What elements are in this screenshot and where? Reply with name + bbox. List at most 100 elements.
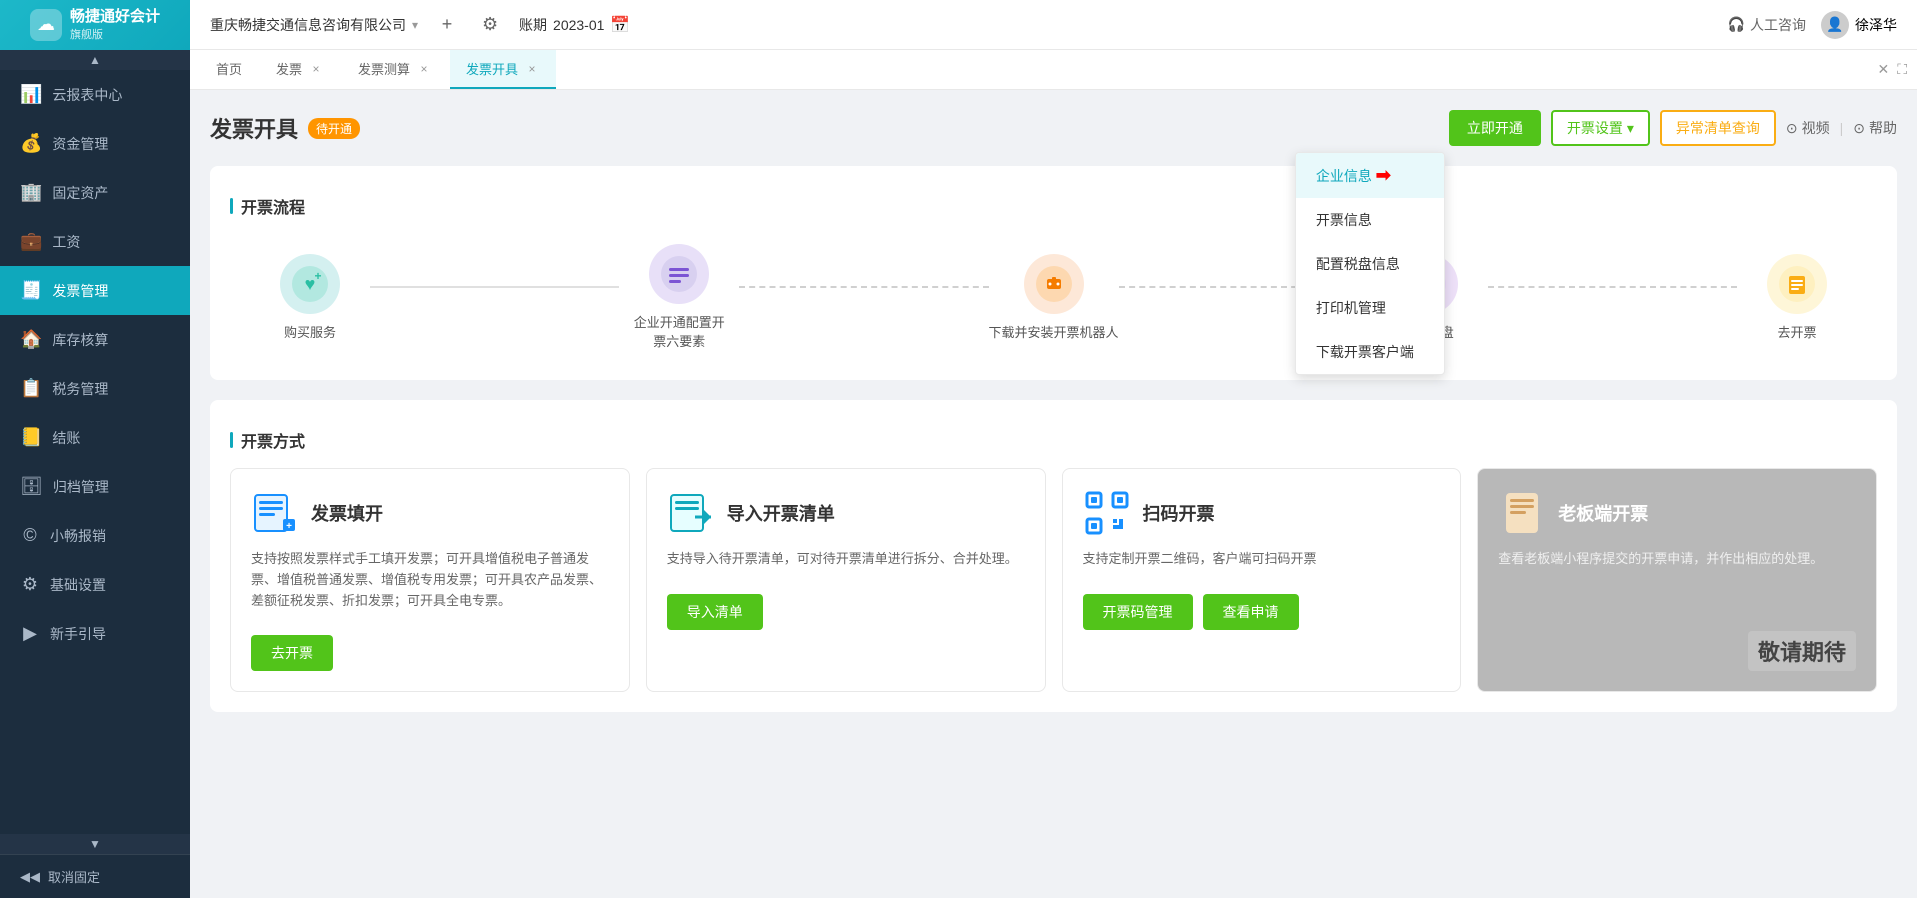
go-invoice-button[interactable]: 去开票 — [251, 635, 333, 671]
content-area: 首页 发票 × 发票测算 × 发票开具 × ✕ ⛶ — [190, 50, 1917, 898]
consult-button[interactable]: 🎧 人工咨询 — [1728, 15, 1806, 35]
video-button[interactable]: ⊙ 视频 — [1786, 118, 1830, 138]
tab-home[interactable]: 首页 — [200, 50, 258, 89]
sidebar-label-yunbao: 云报表中心 — [52, 85, 122, 105]
flow-label-1: 购买服务 — [284, 322, 336, 341]
building-icon: 🏢 — [20, 182, 42, 203]
close-all-icon[interactable]: ✕ — [1877, 61, 1889, 78]
play-circle-icon: ⊙ — [1786, 120, 1798, 137]
sidebar-item-yunbao[interactable]: 📊 云报表中心 — [0, 70, 190, 119]
consult-label: 人工咨询 — [1750, 15, 1806, 35]
page-header: 发票开具 待开通 立即开通 开票设置 ▾ 企业信息 — [210, 110, 1897, 146]
settings-label: 开票设置 — [1567, 118, 1623, 138]
view-apply-button[interactable]: 查看申请 — [1203, 594, 1299, 630]
top-right: 🎧 人工咨询 👤 徐泽华 — [1728, 11, 1917, 39]
divider: | — [1840, 120, 1844, 136]
pin-icon: ◀◀ — [20, 869, 40, 885]
settings-button[interactable]: ⚙ — [476, 11, 504, 39]
sidebar-item-guidang[interactable]: 🗄 归档管理 — [0, 462, 190, 511]
settings-button-invoice[interactable]: 开票设置 ▾ — [1551, 110, 1650, 146]
flow-icon-2 — [649, 244, 709, 304]
config-icon — [661, 256, 697, 292]
download-label: 下载开票客户端 — [1316, 344, 1414, 360]
boss-invoice-icon — [1498, 489, 1546, 537]
flow-section: 开票流程 ♥ + 购买服务 — [210, 166, 1897, 380]
method-desc-fill: 支持按照发票样式手工填开发票；可开具增值税电子普通发票、增值税普通发票、增值税专… — [251, 549, 609, 611]
sidebar-item-xiaochang[interactable]: © 小畅报销 — [0, 511, 190, 560]
add-company-button[interactable]: + — [433, 11, 461, 39]
sidebar-item-zijin[interactable]: 💰 资金管理 — [0, 119, 190, 168]
cancel-pin-label: 取消固定 — [48, 867, 100, 886]
flow-step-3: 下载并安装开票机器人 — [989, 254, 1119, 341]
tab-invoice-calc-label: 发票测算 — [358, 59, 410, 78]
sidebar-item-fapiao[interactable]: 🧾 发票管理 — [0, 266, 190, 315]
sidebar-label-xinshou: 新手引导 — [50, 624, 106, 644]
dropdown-item-company[interactable]: 企业信息 ➡ — [1296, 153, 1444, 198]
tab-invoice-open[interactable]: 发票开具 × — [450, 50, 556, 89]
abnormal-list-button[interactable]: 异常清单查询 — [1660, 110, 1776, 146]
username: 徐泽华 — [1855, 15, 1897, 35]
sidebar-item-jiezhang[interactable]: 📒 结账 — [0, 413, 190, 462]
top-bar: ☁ 畅捷通好会计 旗舰版 重庆畅捷交通信息咨询有限公司 ▾ + ⚙ 账期 202… — [0, 0, 1917, 50]
dropdown-item-printer[interactable]: 打印机管理 — [1296, 286, 1444, 330]
sidebar-item-shuiwu[interactable]: 📋 税务管理 — [0, 364, 190, 413]
flow-step-1: ♥ + 购买服务 — [250, 254, 370, 341]
scroll-down-button[interactable]: ▼ — [0, 834, 190, 854]
activate-button[interactable]: 立即开通 — [1449, 110, 1541, 146]
scan-invoice-icon — [1083, 489, 1131, 537]
flow-step-2: 企业开通配置开票六要素 — [619, 244, 739, 350]
header-actions: 立即开通 开票设置 ▾ 企业信息 ➡ — [1449, 110, 1897, 146]
cancel-pin-button[interactable]: ◀◀ 取消固定 — [0, 854, 190, 898]
user-info[interactable]: 👤 徐泽华 — [1821, 11, 1897, 39]
methods-section-title: 开票方式 — [230, 428, 1877, 452]
method-title-import: 导入开票清单 — [727, 500, 835, 526]
company-name-text: 重庆畅捷交通信息咨询有限公司 — [210, 15, 406, 35]
sidebar-label-guidang: 归档管理 — [53, 477, 109, 497]
robot-icon — [1036, 266, 1072, 302]
svg-text:+: + — [314, 269, 321, 283]
flow-icon-5 — [1767, 254, 1827, 314]
page-content: 发票开具 待开通 立即开通 开票设置 ▾ 企业信息 — [190, 90, 1917, 898]
tab-invoice-calc[interactable]: 发票测算 × — [342, 50, 448, 89]
tax-icon: 📋 — [20, 378, 42, 399]
avatar: 👤 — [1821, 11, 1849, 39]
sidebar-label-gongzi: 工资 — [52, 232, 80, 252]
method-title-scan: 扫码开票 — [1143, 500, 1215, 526]
scroll-up-button[interactable]: ▲ — [0, 50, 190, 70]
settings-dropdown-wrapper: 开票设置 ▾ 企业信息 ➡ 开票信息 — [1551, 110, 1650, 146]
methods-section: 开票方式 + — [210, 400, 1897, 712]
sidebar-label-shuiwu: 税务管理 — [52, 379, 108, 399]
go-invoice-icon — [1779, 266, 1815, 302]
dropdown-item-invoice-info[interactable]: 开票信息 — [1296, 198, 1444, 242]
sidebar-item-jichushezhi[interactable]: ⚙ 基础设置 — [0, 560, 190, 609]
qrcode-manage-button[interactable]: 开票码管理 — [1083, 594, 1193, 630]
page-title: 发票开具 — [210, 112, 298, 144]
sidebar-item-gongzi[interactable]: 💼 工资 — [0, 217, 190, 266]
sidebar-label-xiaochang: 小畅报销 — [50, 526, 106, 546]
sidebar-item-kucun[interactable]: 🏠 库存核算 — [0, 315, 190, 364]
tab-bar-right: ✕ ⛶ — [1877, 50, 1907, 89]
briefcase-icon: 💼 — [20, 231, 42, 252]
method-desc-boss: 查看老板端小程序提交的开票申请，并作出相应的处理。 — [1498, 549, 1856, 570]
dropdown-item-download[interactable]: 下载开票客户端 — [1296, 330, 1444, 374]
company-selector[interactable]: 重庆畅捷交通信息咨询有限公司 ▾ — [210, 15, 418, 35]
warehouse-icon: 🏠 — [20, 329, 42, 350]
tab-invoice-calc-close[interactable]: × — [416, 61, 432, 77]
report-icon: © — [20, 525, 40, 546]
expand-icon[interactable]: ⛶ — [1897, 61, 1907, 78]
question-circle-icon: ⊙ — [1853, 120, 1865, 137]
dropdown-item-taxdisk[interactable]: 配置税盘信息 — [1296, 242, 1444, 286]
tab-invoice[interactable]: 发票 × — [260, 50, 340, 89]
method-header-scan: 扫码开票 — [1083, 489, 1441, 537]
method-card-scan: 扫码开票 支持定制开票二维码，客户端可扫码开票 开票码管理 查看申请 — [1062, 468, 1462, 692]
import-list-button[interactable]: 导入清单 — [667, 594, 763, 630]
method-card-import: 导入开票清单 支持导入待开票清单，可对待开票清单进行拆分、合并处理。 导入清单 — [646, 468, 1046, 692]
help-button[interactable]: ⊙ 帮助 — [1853, 118, 1897, 138]
calendar-icon[interactable]: 📅 — [610, 15, 630, 35]
sidebar-item-xinshou[interactable]: ▶ 新手引导 — [0, 609, 190, 658]
tab-invoice-close[interactable]: × — [308, 61, 324, 77]
tab-invoice-open-close[interactable]: × — [524, 61, 540, 77]
logo-sub: 旗舰版 — [70, 26, 160, 42]
sidebar-label-kucun: 库存核算 — [52, 330, 108, 350]
sidebar-item-gudingzichan[interactable]: 🏢 固定资产 — [0, 168, 190, 217]
